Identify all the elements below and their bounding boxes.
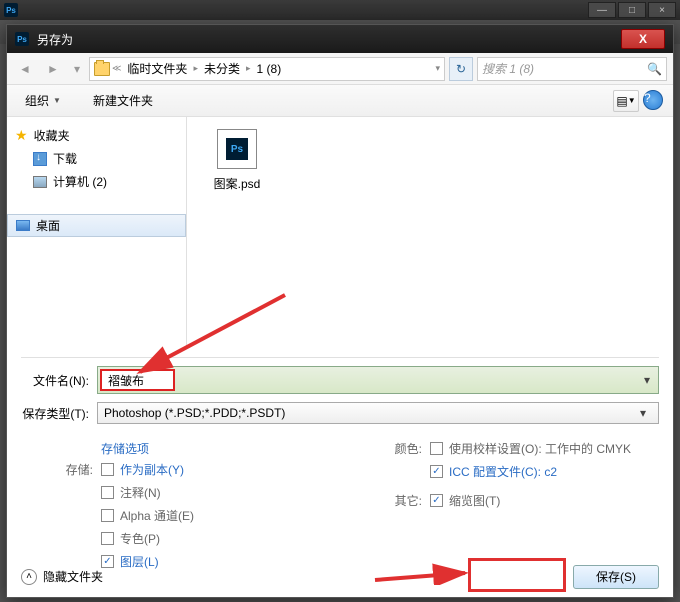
chevron-right-icon: ≪ bbox=[112, 63, 121, 74]
desktop-icon bbox=[16, 220, 30, 231]
nav-back-button[interactable]: ◄ bbox=[13, 57, 37, 81]
refresh-button[interactable]: ↻ bbox=[449, 57, 473, 81]
file-list[interactable]: Ps 图案.psd bbox=[187, 117, 673, 347]
sidebar-favorites[interactable]: ★ 收藏夹 bbox=[7, 125, 186, 146]
dialog-close-button[interactable]: X bbox=[621, 29, 665, 49]
chevron-right-icon: ▸ bbox=[193, 63, 198, 74]
file-item[interactable]: Ps 图案.psd bbox=[199, 129, 275, 192]
filename-combo[interactable]: ▾ bbox=[97, 366, 659, 394]
search-placeholder: 搜索 1 (8) bbox=[482, 60, 534, 77]
save-as-dialog: Ps 另存为 X ◄ ► ▾ ≪ 临时文件夹 ▸ 未分类 ▸ 1 (8) ▾ ↻… bbox=[6, 24, 674, 598]
filetype-label: 保存类型(T): bbox=[21, 405, 97, 422]
filetype-select[interactable]: Photoshop (*.PSD;*.PDD;*.PSDT) ▾ bbox=[97, 402, 659, 424]
computer-icon bbox=[33, 176, 47, 188]
sidebar-downloads[interactable]: 下载 bbox=[7, 148, 186, 169]
alpha-checkbox[interactable]: Alpha 通道(E) bbox=[101, 507, 330, 524]
organize-label: 组织 bbox=[25, 92, 49, 109]
dialog-title: 另存为 bbox=[37, 31, 73, 48]
folder-icon bbox=[94, 62, 110, 76]
hide-folders-toggle[interactable]: ˄ 隐藏文件夹 bbox=[21, 568, 103, 585]
search-input[interactable]: 搜索 1 (8) 🔍 bbox=[477, 57, 667, 81]
filetype-dropdown-icon: ▾ bbox=[634, 406, 652, 420]
downloads-label: 下载 bbox=[53, 150, 77, 167]
ps-dialog-icon: Ps bbox=[15, 32, 29, 46]
thumbnail-checkbox[interactable]: 缩览图(T) bbox=[430, 492, 659, 509]
breadcrumb-seg3[interactable]: 1 (8) bbox=[253, 62, 286, 76]
organize-button[interactable]: 组织 ▼ bbox=[17, 88, 69, 113]
filename-dropdown-icon[interactable]: ▾ bbox=[638, 373, 656, 387]
new-folder-button[interactable]: 新建文件夹 bbox=[85, 88, 161, 113]
view-mode-button[interactable]: ▤ ▼ bbox=[613, 90, 639, 112]
spot-checkbox[interactable]: 专色(P) bbox=[101, 530, 330, 547]
store-options-link[interactable]: 存储选项 bbox=[21, 436, 330, 461]
other-label: 其它: bbox=[350, 492, 430, 509]
help-button[interactable]: ? bbox=[643, 90, 663, 110]
chevron-right-icon: ▸ bbox=[246, 63, 251, 74]
save-button[interactable]: 保存(S) bbox=[573, 565, 659, 589]
psd-file-icon: Ps bbox=[217, 129, 257, 169]
computer-label: 计算机 (2) bbox=[53, 173, 107, 190]
notes-checkbox[interactable]: 注释(N) bbox=[101, 484, 330, 501]
dialog-titlebar[interactable]: Ps 另存为 X bbox=[7, 25, 673, 53]
favorites-label: 收藏夹 bbox=[34, 127, 70, 144]
breadcrumb-dropdown-icon[interactable]: ▾ bbox=[435, 63, 440, 74]
desktop-label: 桌面 bbox=[36, 217, 60, 234]
nav-history-dropdown[interactable]: ▾ bbox=[69, 57, 85, 81]
close-button[interactable]: × bbox=[648, 2, 676, 18]
sidebar-computer[interactable]: 计算机 (2) bbox=[7, 171, 186, 192]
nav-forward-button[interactable]: ► bbox=[41, 57, 65, 81]
sidebar-desktop[interactable]: 桌面 bbox=[7, 214, 186, 237]
star-icon: ★ bbox=[15, 127, 28, 144]
maximize-button[interactable]: □ bbox=[618, 2, 646, 18]
store-label: 存储: bbox=[21, 461, 101, 478]
chevron-up-icon: ˄ bbox=[21, 569, 37, 585]
sidebar: ★ 收藏夹 下载 计算机 (2) 桌面 bbox=[7, 117, 187, 347]
as-copy-checkbox[interactable]: 作为副本(Y) bbox=[101, 461, 330, 478]
color-label: 颜色: bbox=[350, 440, 430, 457]
icc-profile-checkbox[interactable]: ICC 配置文件(C): c2 bbox=[430, 463, 659, 480]
breadcrumb-seg1[interactable]: 临时文件夹 bbox=[123, 60, 191, 77]
search-icon: 🔍 bbox=[647, 62, 662, 76]
filename-label: 文件名(N): bbox=[21, 372, 97, 389]
file-name: 图案.psd bbox=[199, 175, 275, 192]
filename-input[interactable] bbox=[100, 369, 175, 391]
filetype-value: Photoshop (*.PSD;*.PDD;*.PSDT) bbox=[104, 406, 285, 420]
ps-app-icon: Ps bbox=[4, 3, 18, 17]
minimize-button[interactable]: — bbox=[588, 2, 616, 18]
breadcrumb-seg2[interactable]: 未分类 bbox=[200, 60, 244, 77]
hide-folders-label: 隐藏文件夹 bbox=[43, 568, 103, 585]
breadcrumb[interactable]: ≪ 临时文件夹 ▸ 未分类 ▸ 1 (8) ▾ bbox=[89, 57, 445, 81]
proof-setup-checkbox[interactable]: 使用校样设置(O): 工作中的 CMYK bbox=[430, 440, 659, 457]
download-icon bbox=[33, 152, 47, 166]
chevron-down-icon: ▼ bbox=[53, 96, 61, 105]
new-folder-label: 新建文件夹 bbox=[93, 92, 153, 109]
ps-titlebar: Ps — □ × bbox=[0, 0, 680, 20]
